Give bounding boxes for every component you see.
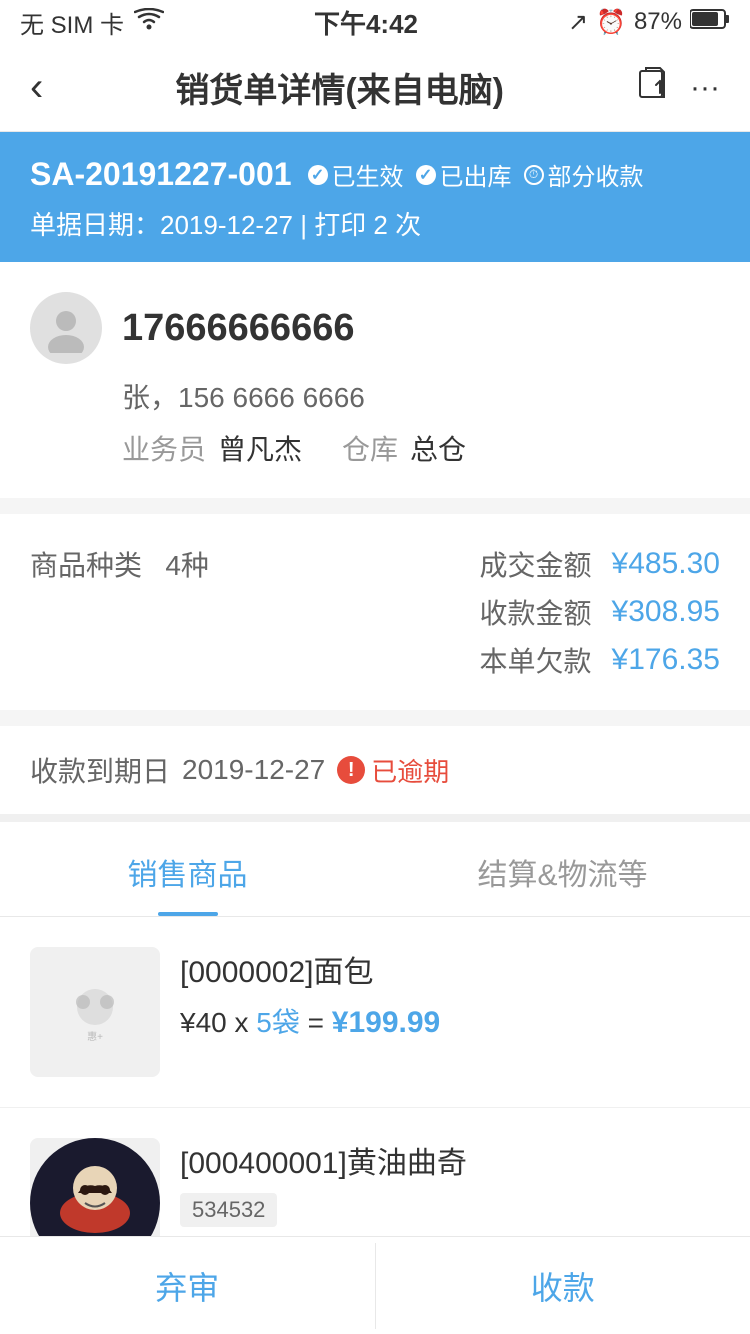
nav-left: ‹ [30,65,43,110]
banner-top: SA-20191227-001 ✓ 已生效 ✓ 已出库 ⏱ 部分收款 [30,156,720,193]
owed-value: ¥176.35 [612,643,720,677]
product-name-2: [000400001]黄油曲奇 [180,1138,720,1182]
overdue-badge: ! 已逾期 [337,752,449,789]
order-id: SA-20191227-001 [30,156,292,193]
nav-title: 销货单详情(来自电脑) [175,63,504,112]
status-badge-2: ✓ 已出库 [416,157,512,192]
received-row: 收款金额 ¥308.95 [480,592,720,632]
amount-value: ¥485.30 [612,547,720,581]
price-base-1: ¥40 [180,1007,227,1038]
location-icon: ↗ [568,8,588,37]
due-label: 收款到期日 [30,750,170,790]
received-label: 收款金额 [480,592,592,632]
overdue-icon: ! [337,756,365,784]
no-sim-text: 无 SIM 卡 [20,5,124,40]
product-sku-2: 534532 [180,1193,277,1227]
warehouse-value: 总仓 [410,428,466,468]
product-info-1: [0000002]面包 ¥40 x 5袋 = ¥199.99 [180,947,720,1041]
bottom-bar: 弃审 收款 [0,1236,750,1334]
confirm-button[interactable]: 收款 [376,1243,750,1329]
status-badge-3: ⏱ 部分收款 [524,157,644,192]
customer-top: 17666666666 [30,292,720,364]
warehouse-item: 仓库 总仓 [342,428,466,468]
product-price-1: ¥40 x 5袋 = ¥199.99 [180,1001,720,1041]
order-banner: SA-20191227-001 ✓ 已生效 ✓ 已出库 ⏱ 部分收款 单据日期：… [0,132,750,262]
warehouse-label: 仓库 [342,428,398,468]
svg-text:惠+: 惠+ [87,1030,103,1043]
tab-settlement[interactable]: 结算&物流等 [375,822,750,916]
check-icon-2: ✓ [416,165,436,185]
owed-label: 本单欠款 [480,640,592,680]
customer-section: 17666666666 张，156 6666 6666 业务员 曾凡杰 仓库 总… [0,262,750,498]
share-icon[interactable] [636,67,670,109]
stats-section: 商品种类 4种 成交金额 ¥485.30 收款金额 ¥308.95 本单欠款 ¥… [0,514,750,710]
tab-products[interactable]: 销售商品 [0,822,375,916]
salesperson-value: 曾凡杰 [218,428,302,468]
stats-right: 成交金额 ¥485.30 收款金额 ¥308.95 本单欠款 ¥176.35 [480,544,720,680]
clock-icon: ⏱ [524,165,544,185]
due-date: 2019-12-27 [182,754,325,786]
salesperson-item: 业务员 曾凡杰 [122,428,302,468]
status-bar: 无 SIM 卡 下午4:42 ↗ ⏰ 87% [0,0,750,44]
due-section: 收款到期日 2019-12-27 ! 已逾期 [0,726,750,814]
status-left: 无 SIM 卡 [20,5,164,40]
cancel-button[interactable]: 弃审 [0,1243,376,1329]
product-thumb-1: 惠+ [30,947,160,1077]
price-eq-1: = [308,1007,332,1038]
product-item-1: 惠+ [0000002]面包 ¥40 x 5袋 = ¥199.99 [0,917,750,1108]
more-icon[interactable]: ··· [690,71,720,105]
type-count: 4种 [165,550,209,581]
stats-left: 商品种类 4种 [30,544,209,584]
price-qty-1: 5袋 [256,1007,300,1038]
received-value: ¥308.95 [612,595,720,629]
amount-label: 成交金额 [480,544,592,584]
wifi-icon [134,8,164,37]
customer-meta: 业务员 曾凡杰 仓库 总仓 [30,428,720,468]
battery-icon [690,8,730,37]
tabs: 销售商品 结算&物流等 [0,822,750,917]
overdue-text: 已逾期 [371,752,449,789]
status-right: ↗ ⏰ 87% [568,8,730,37]
amount-row: 成交金额 ¥485.30 [480,544,720,584]
back-button[interactable]: ‹ [30,65,43,110]
price-total-1: ¥199.99 [332,1006,440,1039]
status-time: 下午4:42 [314,4,418,41]
type-label: 商品种类 [30,550,142,581]
product-name-1: [0000002]面包 [180,947,720,991]
customer-id: 17666666666 [122,307,354,350]
price-x-1: x [235,1007,257,1038]
nav-right: ··· [636,67,720,109]
nav-bar: ‹ 销货单详情(来自电脑) ··· [0,44,750,132]
status-badge-1: ✓ 已生效 [308,157,404,192]
avatar [30,292,102,364]
check-icon-1: ✓ [308,165,328,185]
alarm-icon: ⏰ [596,8,626,37]
battery-text: 87% [634,8,682,36]
status-badges: ✓ 已生效 ✓ 已出库 ⏱ 部分收款 [308,157,644,192]
tabs-section: 销售商品 结算&物流等 惠+ [0000002]面包 ¥40 x [0,814,750,1308]
salesperson-label: 业务员 [122,428,206,468]
order-date: 单据日期：2019-12-27 | 打印 2 次 [30,205,720,242]
customer-detail: 张，156 6666 6666 [30,376,720,416]
owed-row: 本单欠款 ¥176.35 [480,640,720,680]
